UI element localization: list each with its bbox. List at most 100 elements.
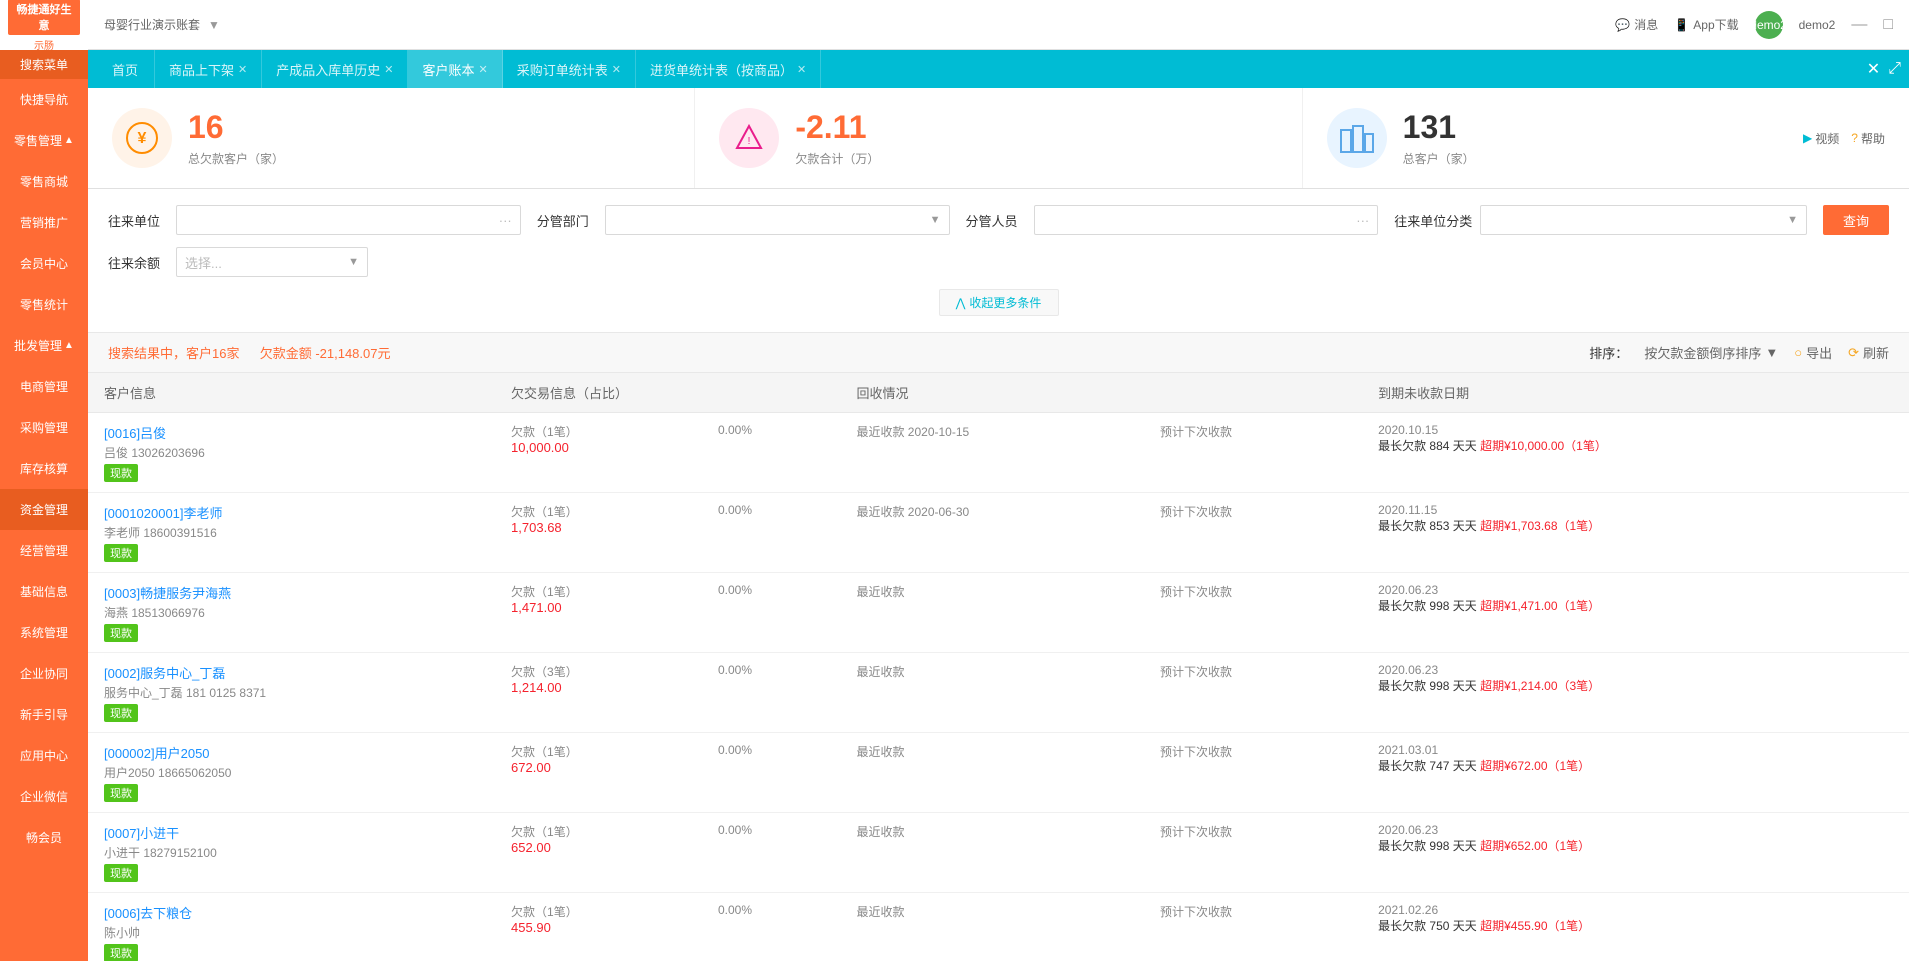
minimize-btn[interactable]: — bbox=[1851, 16, 1867, 34]
filter-input-unit[interactable]: ··· bbox=[176, 205, 521, 235]
cell-customer-6: [0006]去下粮仓 陈小帅 现款 bbox=[88, 893, 495, 961]
app-download-btn[interactable]: 📱 App下载 bbox=[1674, 16, 1738, 33]
close-icon[interactable]: ✕ bbox=[612, 63, 621, 76]
dropdown-icon[interactable]: ▼ bbox=[208, 18, 220, 32]
tab-purchase-order-stats[interactable]: 采购订单统计表 ✕ bbox=[503, 50, 636, 88]
chevron-down-icon: ▲ bbox=[64, 135, 74, 146]
debt-pct-5: 0.00% bbox=[718, 823, 824, 837]
sidebar-item-vip[interactable]: 畅会员 bbox=[0, 817, 88, 858]
overdue-amount-link-2[interactable]: 超期¥1,471.00（1笔） bbox=[1480, 599, 1600, 613]
query-button[interactable]: 查询 bbox=[1823, 205, 1889, 235]
results-header: 搜索结果中，客户16家 欠款金额 -21,148.07元 排序： 按欠款金额倒序… bbox=[88, 333, 1909, 373]
debt-pct-3: 0.00% bbox=[718, 663, 824, 677]
video-btn[interactable]: ▶ 视频 bbox=[1803, 130, 1839, 147]
tab-customer-account[interactable]: 客户账本 ✕ bbox=[408, 50, 502, 88]
tab-home[interactable]: 首页 bbox=[96, 50, 155, 88]
sidebar-item-weixin[interactable]: 企业微信 bbox=[0, 776, 88, 817]
cell-customer-5: [0007]小进干 小进干 18279152100 现款 bbox=[88, 813, 495, 893]
customer-name-link-0[interactable]: [0016]吕俊 bbox=[104, 426, 166, 441]
collapse-more-btn[interactable]: ⋀ 收起更多条件 bbox=[939, 289, 1059, 316]
sidebar-item-wholesale[interactable]: 批发管理 ▲ bbox=[0, 325, 88, 366]
tab-product-inbound[interactable]: 产成品入库单历史 ✕ bbox=[262, 50, 408, 88]
tab-customer-account-label: 客户账本 bbox=[422, 60, 474, 79]
sidebar-item-system[interactable]: 系统管理 bbox=[0, 612, 88, 653]
sidebar-item-retail-stats[interactable]: 零售统计 bbox=[0, 284, 88, 325]
sidebar-item-basic-info[interactable]: 基础信息 bbox=[0, 571, 88, 612]
debt-amount-3: 1,214.00 bbox=[511, 680, 686, 695]
cell-customer-0: [0016]吕俊 吕俊 13026203696 现款 bbox=[88, 413, 495, 493]
cell-overdue-4: 2021.03.01 最长欠款 747 天天 超期¥672.00（1笔） bbox=[1362, 733, 1909, 813]
tab-goods-listing[interactable]: 商品上下架 ✕ bbox=[155, 50, 262, 88]
results-summary-text: 搜索结果中，客户16家 bbox=[108, 346, 239, 361]
message-btn[interactable]: 💬 消息 bbox=[1615, 16, 1658, 33]
customer-name-link-4[interactable]: [000002]用户2050 bbox=[104, 746, 210, 761]
avatar[interactable]: demo2 bbox=[1755, 11, 1783, 39]
customer-name-link-6[interactable]: [0006]去下粮仓 bbox=[104, 906, 192, 921]
content-area: ¥ 16 总欠款客户（家） ! bbox=[88, 88, 1909, 961]
sidebar-search[interactable]: 搜索菜单 bbox=[0, 50, 88, 79]
close-icon[interactable]: ✕ bbox=[238, 63, 247, 76]
sidebar-item-collab[interactable]: 企业协同 bbox=[0, 653, 88, 694]
filter-select-class[interactable]: ▼ bbox=[1480, 205, 1807, 235]
cell-last-collection-6: 最近收款 bbox=[840, 893, 1144, 961]
sidebar-item-retail-mgmt[interactable]: 零售管理 ▲ bbox=[0, 120, 88, 161]
sidebar-item-capital[interactable]: 资金管理 bbox=[0, 489, 88, 530]
export-icon: ○ bbox=[1794, 345, 1802, 360]
close-icon[interactable]: ✕ bbox=[479, 63, 488, 76]
sidebar-item-marketing[interactable]: 营销推广 bbox=[0, 202, 88, 243]
overdue-amount-link-3[interactable]: 超期¥1,214.00（3笔） bbox=[1480, 679, 1600, 693]
top-bar-left: 母婴行业演示账套 ▼ bbox=[104, 16, 220, 33]
cell-next-collection-4: 预计下次收款 bbox=[1144, 733, 1362, 813]
tabs-close-all-btn[interactable]: ✕ bbox=[1867, 59, 1880, 79]
sidebar-item-quicknav[interactable]: 快捷导航 bbox=[0, 79, 88, 120]
overdue-amount-link-4[interactable]: 超期¥672.00（1笔） bbox=[1480, 759, 1590, 773]
customer-name-link-3[interactable]: [0002]服务中心_丁磊 bbox=[104, 666, 225, 681]
sidebar-item-ecommerce[interactable]: 电商管理 bbox=[0, 366, 88, 407]
stat-info-debt: -2.11 欠款合计（万） bbox=[795, 109, 879, 167]
customer-contact-6: 陈小帅 bbox=[104, 924, 479, 941]
stat-card-total: 131 总客户（家） ▶ 视频 ? 帮助 bbox=[1303, 88, 1909, 188]
maximize-btn[interactable]: □ bbox=[1883, 16, 1893, 34]
filter-select-dept[interactable]: ▼ bbox=[605, 205, 950, 235]
debt-pct-4: 0.00% bbox=[718, 743, 824, 757]
filter-input-person[interactable]: ··· bbox=[1034, 205, 1379, 235]
tabs-expand-btn[interactable]: ⤢ bbox=[1888, 60, 1901, 78]
next-collection-5: 预计下次收款 bbox=[1160, 823, 1346, 840]
customer-badge-0: 现款 bbox=[104, 464, 138, 482]
cell-next-collection-1: 预计下次收款 bbox=[1144, 493, 1362, 573]
overdue-amount-link-0[interactable]: 超期¥10,000.00（1笔） bbox=[1480, 439, 1607, 453]
cell-debt-pct-2: 0.00% bbox=[702, 573, 840, 653]
sidebar-item-operations[interactable]: 经营管理 bbox=[0, 530, 88, 571]
sidebar-item-inventory[interactable]: 库存核算 bbox=[0, 448, 88, 489]
sidebar-item-member[interactable]: 会员中心 bbox=[0, 243, 88, 284]
cell-debt-pct-5: 0.00% bbox=[702, 813, 840, 893]
customer-name-link-5[interactable]: [0007]小进干 bbox=[104, 826, 179, 841]
cell-debt-info-0: 欠款（1笔） 10,000.00 bbox=[495, 413, 702, 493]
overdue-amount-link-5[interactable]: 超期¥652.00（1笔） bbox=[1480, 839, 1590, 853]
sidebar-item-purchase[interactable]: 采购管理 bbox=[0, 407, 88, 448]
stat-card-debt: ! -2.11 欠款合计（万） bbox=[695, 88, 1302, 188]
video-label: 视频 bbox=[1815, 130, 1839, 147]
data-table: 客户信息 欠交易信息（占比） 回收情况 到期未收款日期 [0016]吕俊 吕俊 … bbox=[88, 373, 1909, 961]
overdue-amount-link-1[interactable]: 超期¥1,703.68（1笔） bbox=[1480, 519, 1600, 533]
customer-name-link-1[interactable]: [0001020001]李老师 bbox=[104, 506, 223, 521]
overdue-amount-link-6[interactable]: 超期¥455.90（1笔） bbox=[1480, 919, 1590, 933]
filter-select-balance[interactable]: 选择... ▼ bbox=[176, 247, 368, 277]
filter-item-dept: 分管部门 ▼ bbox=[537, 205, 950, 235]
sort-selector[interactable]: 按欠款金额倒序排序 ▼ bbox=[1644, 343, 1778, 362]
close-icon[interactable]: ✕ bbox=[384, 63, 393, 76]
close-icon[interactable]: ✕ bbox=[797, 63, 806, 76]
top-bar: 母婴行业演示账套 ▼ 💬 消息 📱 App下载 demo2 demo2 — □ bbox=[88, 0, 1909, 50]
tab-inbound-stats[interactable]: 进货单统计表（按商品） ✕ bbox=[636, 50, 821, 88]
main-area: 母婴行业演示账套 ▼ 💬 消息 📱 App下载 demo2 demo2 — □ bbox=[88, 0, 1909, 961]
stat-info-customers: 16 总欠款客户（家） bbox=[188, 109, 284, 167]
export-btn[interactable]: ○ 导出 bbox=[1794, 343, 1832, 362]
help-btn[interactable]: ? 帮助 bbox=[1851, 130, 1885, 147]
download-icon: 📱 bbox=[1674, 18, 1689, 32]
refresh-btn[interactable]: ⟳ 刷新 bbox=[1848, 343, 1889, 362]
sidebar-item-newbie[interactable]: 新手引导 bbox=[0, 694, 88, 735]
sidebar-item-appstore[interactable]: 应用中心 bbox=[0, 735, 88, 776]
filter-item-person: 分管人员 ··· bbox=[966, 205, 1379, 235]
customer-name-link-2[interactable]: [0003]畅捷服务尹海燕 bbox=[104, 586, 231, 601]
sidebar-item-retail-mall[interactable]: 零售商城 bbox=[0, 161, 88, 202]
